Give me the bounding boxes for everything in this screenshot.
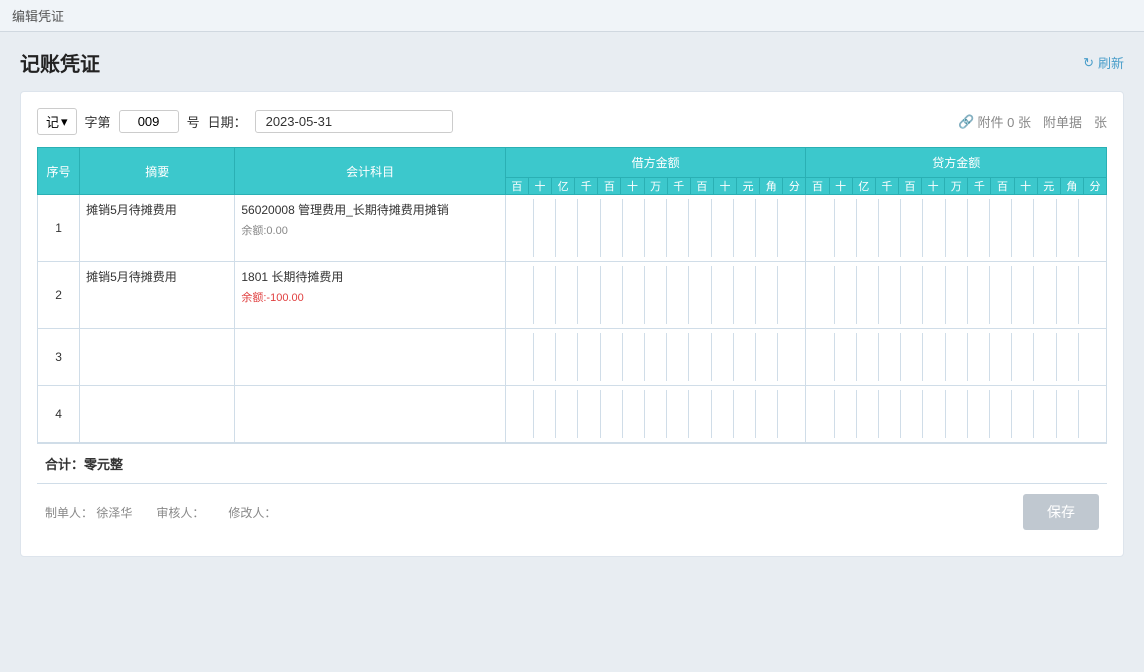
date-input[interactable] xyxy=(255,110,453,133)
table-row: 3 xyxy=(38,329,1107,386)
th-seq: 序号 xyxy=(38,148,80,195)
row-2-credit[interactable] xyxy=(806,262,1107,329)
window-titlebar: 编辑凭证 xyxy=(0,0,1144,32)
credit-char-header: 百十亿千百十万千百十元角分 xyxy=(806,178,1106,194)
refresh-button[interactable]: ↻ 刷新 xyxy=(1083,53,1124,72)
attachment-single[interactable]: 附单据 xyxy=(1043,112,1082,131)
th-credit: 贷方金额 xyxy=(806,148,1107,178)
row-2-account-name: 1801 长期待摊费用 xyxy=(241,268,499,285)
meta-fields: 制单人： 徐泽华 审核人： 修改人： xyxy=(45,504,276,521)
creator-label: 制单人： xyxy=(45,506,93,520)
reviewer-label: 审核人： xyxy=(156,506,204,520)
th-account: 会计科目 xyxy=(235,148,506,195)
save-button[interactable]: 保存 xyxy=(1023,494,1099,530)
row-4-account[interactable] xyxy=(235,386,506,443)
voucher-number-input[interactable] xyxy=(119,110,179,133)
debit-char-header: 百十亿千百十万千百十元角分 xyxy=(506,178,806,194)
voucher-type-label: 记 xyxy=(46,112,59,131)
creator-name: 徐泽华 xyxy=(96,506,132,520)
row-3-account[interactable] xyxy=(235,329,506,386)
table-row: 1 摊销5月待摊费用 56020008 管理费用_长期待摊费用摊销 余额:0.0… xyxy=(38,195,1107,262)
table-row: 2 摊销5月待摊费用 1801 长期待摊费用 余额:-100.00 xyxy=(38,262,1107,329)
row-1-seq: 1 xyxy=(38,195,80,262)
th-debit-chars: 百十亿千百十万千百十元角分 xyxy=(505,178,806,195)
voucher-footer: 合计：零元整 xyxy=(37,443,1107,483)
refresh-label: 刷新 xyxy=(1098,53,1124,72)
hao-label: 号 xyxy=(187,112,200,131)
table-row: 4 xyxy=(38,386,1107,443)
voucher-toolbar: 记 ▾ 字第 号 日期： 🔗 附件 0 张 附单据 张 xyxy=(37,108,1107,135)
row-1-summary[interactable]: 摊销5月待摊费用 xyxy=(80,195,235,262)
row-2-summary[interactable]: 摊销5月待摊费用 xyxy=(80,262,235,329)
creator-field: 制单人： 徐泽华 xyxy=(45,504,132,521)
row-1-debit[interactable] xyxy=(505,195,806,262)
row-4-credit[interactable] xyxy=(806,386,1107,443)
date-label: 日期： xyxy=(208,112,247,131)
row-1-account-name: 56020008 管理费用_长期待摊费用摊销 xyxy=(241,201,499,218)
attachment-label: 附件 0 张 xyxy=(978,112,1031,131)
paperclip-icon: 🔗 xyxy=(958,114,974,130)
row-1-account[interactable]: 56020008 管理费用_长期待摊费用摊销 余额:0.00 xyxy=(235,195,506,262)
voucher-bottom: 制单人： 徐泽华 审核人： 修改人： 保存 xyxy=(37,483,1107,540)
attachment-count-unit: 张 xyxy=(1094,112,1107,131)
th-credit-chars: 百十亿千百十万千百十元角分 xyxy=(806,178,1107,195)
total-label: 合计：零元整 xyxy=(45,454,123,473)
refresh-icon: ↻ xyxy=(1083,55,1094,71)
row-2-account[interactable]: 1801 长期待摊费用 余额:-100.00 xyxy=(235,262,506,329)
page-header: 记账凭证 ↻ 刷新 xyxy=(20,48,1124,77)
page-container: 记账凭证 ↻ 刷新 记 ▾ 字第 号 日期： 🔗 附件 0 张 附单据 xyxy=(0,32,1144,672)
modifier-field: 修改人： xyxy=(228,504,276,521)
reviewer-field: 审核人： xyxy=(156,504,204,521)
table-header-row-1: 序号 摘要 会计科目 借方金额 贷方金额 xyxy=(38,148,1107,178)
row-1-balance: 余额:0.00 xyxy=(241,222,499,238)
row-3-summary[interactable] xyxy=(80,329,235,386)
window-title: 编辑凭证 xyxy=(12,9,64,24)
dropdown-icon: ▾ xyxy=(61,114,68,130)
voucher-table-wrapper: 序号 摘要 会计科目 借方金额 贷方金额 百十亿千百十万千百十元角分 xyxy=(37,147,1107,443)
row-2-seq: 2 xyxy=(38,262,80,329)
th-debit: 借方金额 xyxy=(505,148,806,178)
voucher-table: 序号 摘要 会计科目 借方金额 贷方金额 百十亿千百十万千百十元角分 xyxy=(37,147,1107,443)
row-3-seq: 3 xyxy=(38,329,80,386)
row-4-summary[interactable] xyxy=(80,386,235,443)
attachment-link[interactable]: 🔗 附件 0 张 xyxy=(958,112,1031,131)
voucher-card: 记 ▾ 字第 号 日期： 🔗 附件 0 张 附单据 张 xyxy=(20,91,1124,557)
page-title: 记账凭证 xyxy=(20,48,100,77)
row-4-debit[interactable] xyxy=(505,386,806,443)
attachment-area: 🔗 附件 0 张 附单据 张 xyxy=(958,112,1107,131)
zi-label: 字第 xyxy=(85,112,111,131)
th-summary: 摘要 xyxy=(80,148,235,195)
row-2-balance: 余额:-100.00 xyxy=(241,289,499,305)
row-3-debit[interactable] xyxy=(505,329,806,386)
row-1-credit[interactable] xyxy=(806,195,1107,262)
row-3-credit[interactable] xyxy=(806,329,1107,386)
row-2-debit[interactable] xyxy=(505,262,806,329)
modifier-label: 修改人： xyxy=(228,506,276,520)
row-4-seq: 4 xyxy=(38,386,80,443)
voucher-type-button[interactable]: 记 ▾ xyxy=(37,108,77,135)
